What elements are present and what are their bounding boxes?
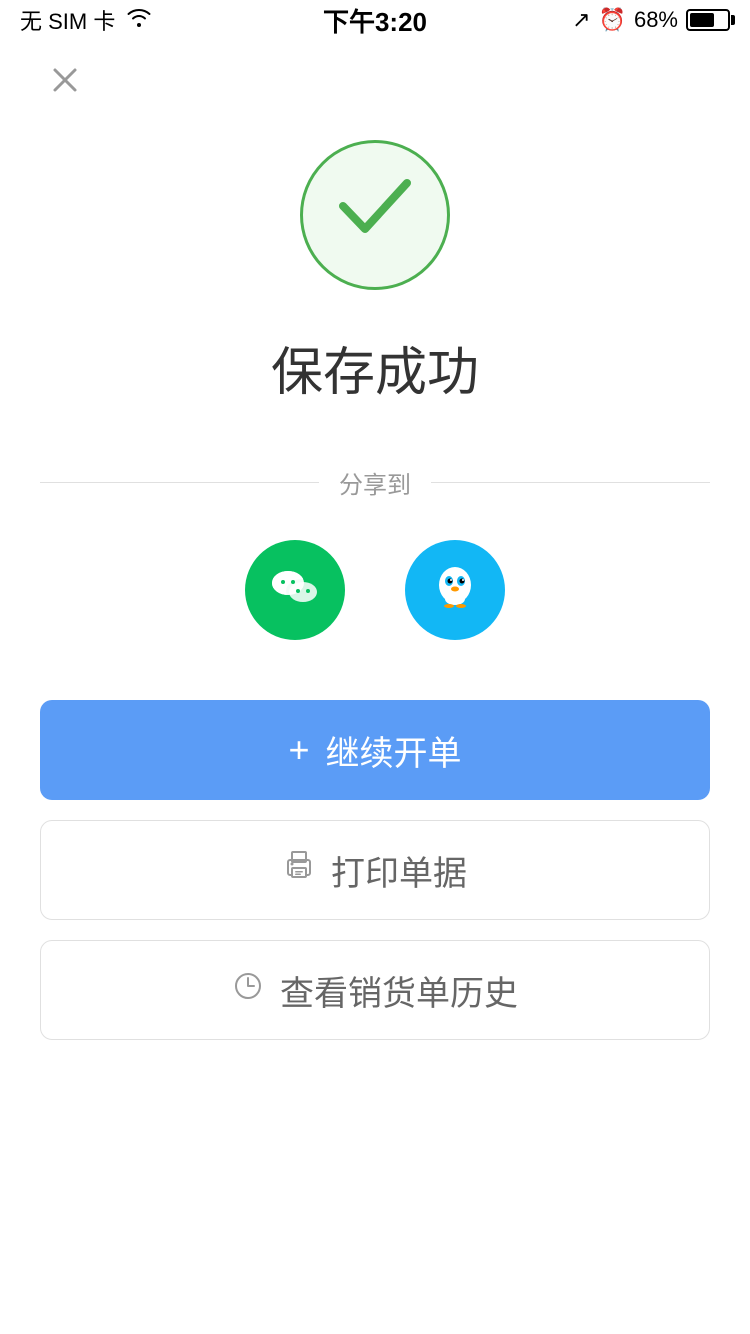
alarm-icon: ⏰: [599, 7, 626, 33]
share-label: 分享到: [319, 465, 431, 500]
checkmark-icon: [335, 171, 415, 254]
print-icon: [283, 850, 315, 891]
continue-label: 继续开单: [326, 726, 462, 775]
qq-share-button[interactable]: [405, 540, 505, 640]
status-bar: 无 SIM 卡 下午3:20 ↗ ⏰ 68%: [0, 0, 750, 40]
action-buttons: + 继续开单 打印单据: [0, 700, 750, 1040]
status-right: ↗ ⏰ 68%: [572, 7, 730, 33]
success-title: 保存成功: [271, 330, 479, 405]
history-button[interactable]: 查看销货单历史: [40, 940, 710, 1040]
battery-icon: [686, 9, 730, 31]
wechat-share-button[interactable]: [245, 540, 345, 640]
history-icon: [232, 970, 264, 1011]
location-icon: ↗: [572, 7, 590, 33]
battery-percent: 68%: [634, 7, 678, 33]
continue-button[interactable]: + 继续开单: [40, 700, 710, 800]
success-icon-circle: [300, 140, 450, 290]
status-left: 无 SIM 卡: [20, 4, 153, 36]
status-time: 下午3:20: [323, 2, 427, 39]
divider-right: [431, 482, 710, 483]
history-label: 查看销货单历史: [280, 966, 518, 1015]
divider-left: [40, 482, 319, 483]
print-button[interactable]: 打印单据: [40, 820, 710, 920]
plus-icon: +: [288, 729, 309, 771]
main-content: 保存成功 分享到: [0, 40, 750, 1040]
close-button[interactable]: [40, 55, 90, 105]
print-label: 打印单据: [331, 846, 467, 895]
share-icons: [245, 540, 505, 640]
share-divider: 分享到: [0, 465, 750, 500]
no-sim-text: 无 SIM 卡: [20, 4, 115, 36]
wifi-icon: [125, 7, 153, 33]
